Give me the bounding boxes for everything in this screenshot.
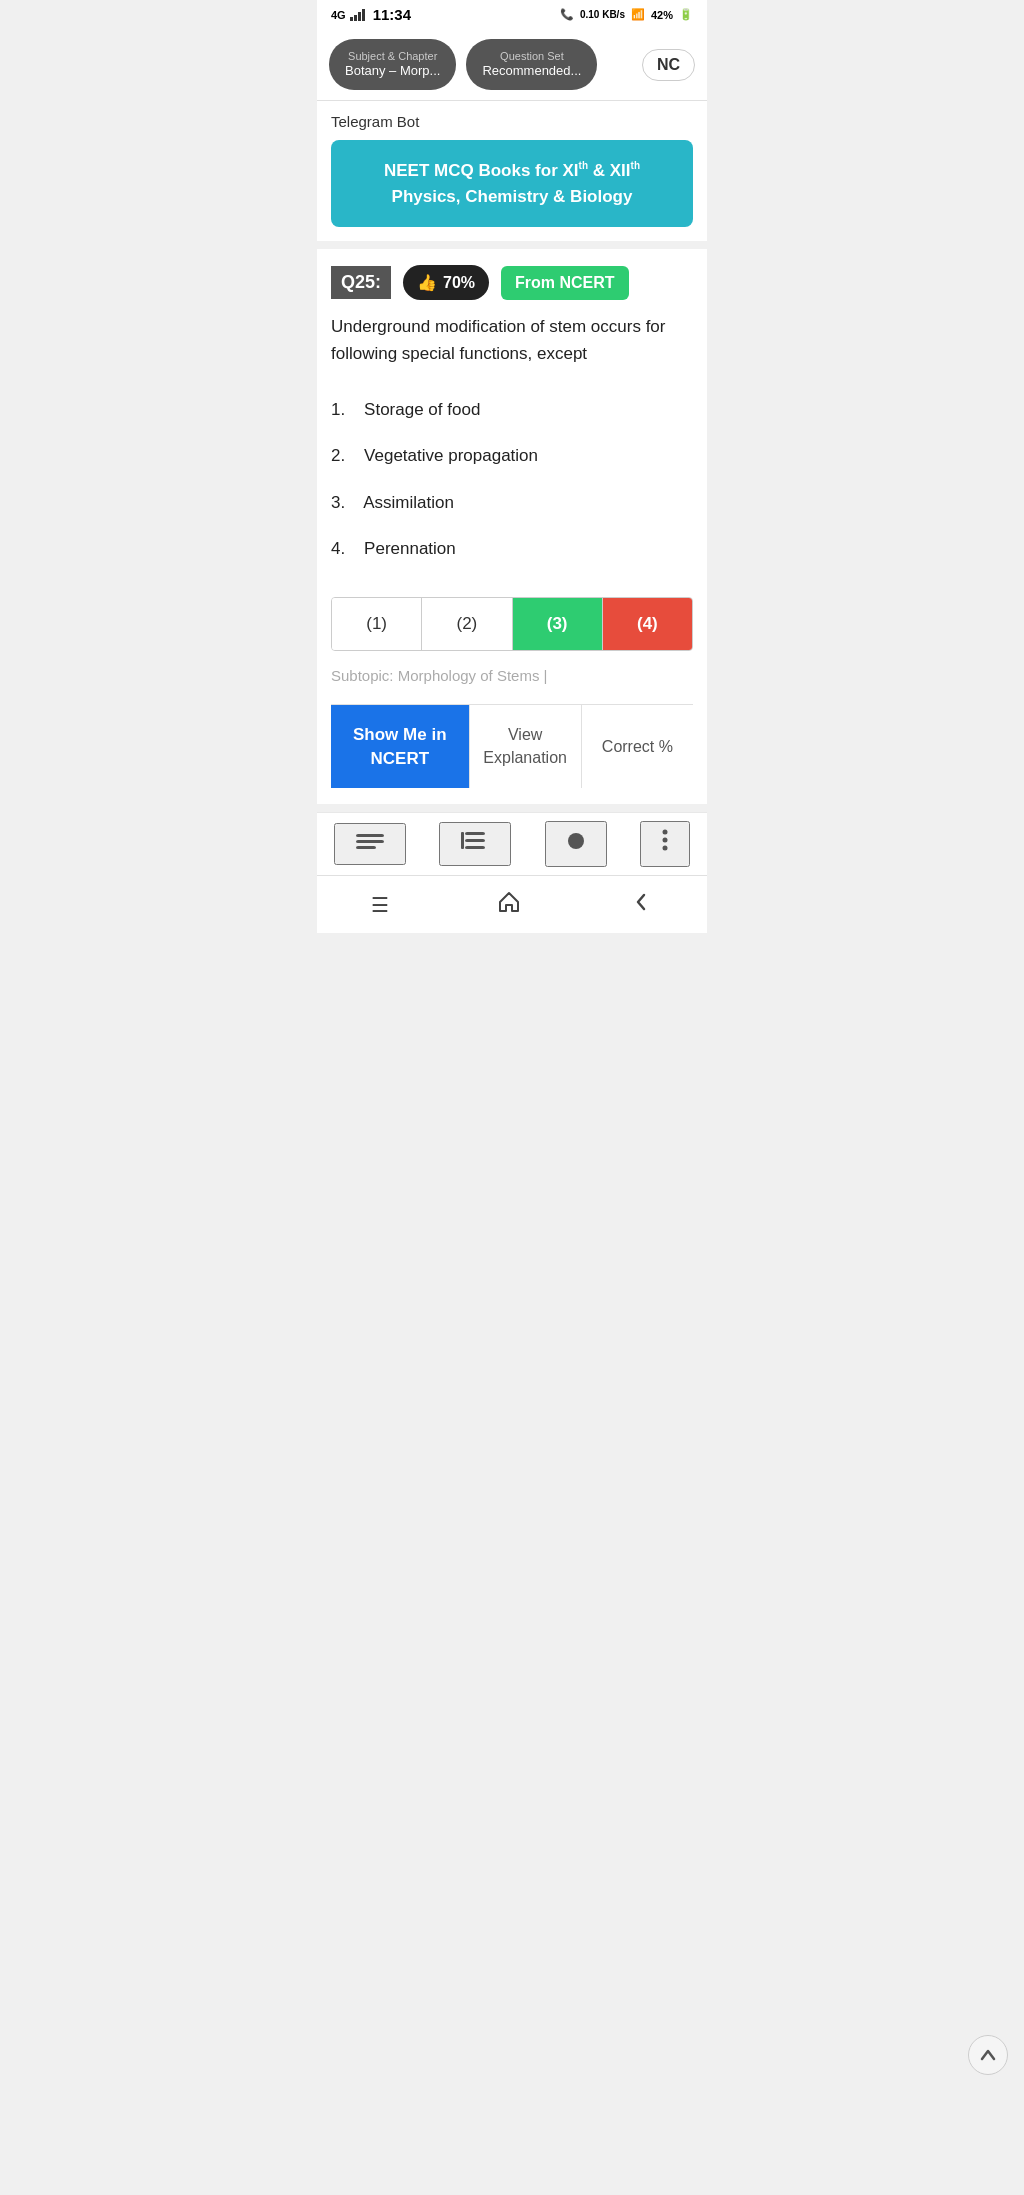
option-3-text: Assimilation xyxy=(363,493,454,512)
status-left: 4G 11:34 xyxy=(331,6,411,23)
question-set-label: Question Set xyxy=(482,49,581,63)
option-1-text: Storage of food xyxy=(364,400,480,419)
svg-point-7 xyxy=(568,833,584,849)
svg-rect-6 xyxy=(461,832,464,849)
option-4-num: 4. xyxy=(331,539,345,558)
subject-value: Botany – Morp... xyxy=(345,63,440,80)
telegram-banner-line2: Physics, Chemistry & Biology xyxy=(351,184,673,210)
signal-bars xyxy=(350,9,365,21)
time: 11:34 xyxy=(373,6,411,23)
nav-icons-row xyxy=(317,812,707,875)
svg-rect-3 xyxy=(465,832,485,835)
bottom-action-bar: Show Me in NCERT View Explanation Correc… xyxy=(331,704,693,789)
wifi-icon: 📶 xyxy=(631,8,645,21)
telegram-banner[interactable]: NEET MCQ Books for XIth & XIIth Physics,… xyxy=(331,140,693,227)
option-3-num: 3. xyxy=(331,493,345,512)
network-type: 4G xyxy=(331,9,346,21)
battery-pct: 42% xyxy=(651,9,673,21)
answer-cell-1[interactable]: (1) xyxy=(332,598,422,650)
option-3[interactable]: 3. Assimilation xyxy=(331,480,693,527)
battery-icon: 🔋 xyxy=(679,8,693,21)
back-button[interactable] xyxy=(605,886,677,923)
status-bar: 4G 11:34 📞 0.10 KB/s 📶 42% 🔋 xyxy=(317,0,707,29)
option-1[interactable]: 1. Storage of food xyxy=(331,387,693,434)
home-button[interactable] xyxy=(473,886,545,923)
telegram-label: Telegram Bot xyxy=(331,113,693,130)
svg-rect-1 xyxy=(356,840,384,843)
question-card: Q25: 👍 70% From NCERT Underground modifi… xyxy=(317,249,707,804)
call-icon: 📞 xyxy=(560,8,574,21)
correct-pct-button[interactable]: Correct % xyxy=(582,705,693,789)
question-number: Q25: xyxy=(331,266,391,299)
svg-point-10 xyxy=(663,846,668,851)
answer-cell-3[interactable]: (3) xyxy=(513,598,603,650)
option-2-text: Vegetative propagation xyxy=(364,446,538,465)
svg-point-9 xyxy=(663,838,668,843)
svg-rect-2 xyxy=(356,846,376,849)
menu-button[interactable]: ☰ xyxy=(347,889,413,921)
question-set-value: Recommended... xyxy=(482,63,581,80)
nc-badge: NC xyxy=(642,49,695,81)
svg-rect-0 xyxy=(356,834,384,837)
svg-rect-5 xyxy=(465,846,485,849)
like-icon: 👍 xyxy=(417,273,437,292)
question-set-pill[interactable]: Question Set Recommended... xyxy=(466,39,597,90)
option-4[interactable]: 4. Perennation xyxy=(331,526,693,573)
next-icon[interactable] xyxy=(439,822,511,866)
more-icon[interactable] xyxy=(640,821,690,867)
system-nav: ☰ xyxy=(317,875,707,933)
subject-label: Subject & Chapter xyxy=(345,49,440,63)
telegram-banner-line1: NEET MCQ Books for XIth & XIIth xyxy=(351,158,673,184)
like-badge: 👍 70% xyxy=(403,265,489,300)
answer-cell-2[interactable]: (2) xyxy=(422,598,512,650)
svg-rect-4 xyxy=(465,839,485,842)
prev-icon[interactable] xyxy=(334,823,406,865)
view-explanation-button[interactable]: View Explanation xyxy=(469,705,582,789)
telegram-section: Telegram Bot NEET MCQ Books for XIth & X… xyxy=(317,101,707,241)
options-list: 1. Storage of food 2. Vegetative propaga… xyxy=(331,387,693,573)
svg-point-8 xyxy=(663,830,668,835)
subtopic-row: Subtopic: Morphology of Stems | xyxy=(331,667,693,694)
data-speed: 0.10 KB/s xyxy=(580,9,625,20)
option-2-num: 2. xyxy=(331,446,345,465)
like-pct: 70% xyxy=(443,274,475,292)
bookmark-icon[interactable] xyxy=(545,821,607,867)
option-2[interactable]: 2. Vegetative propagation xyxy=(331,433,693,480)
filter-bar: Subject & Chapter Botany – Morp... Quest… xyxy=(317,29,707,101)
answer-cell-4[interactable]: (4) xyxy=(603,598,692,650)
subject-filter-pill[interactable]: Subject & Chapter Botany – Morp... xyxy=(329,39,456,90)
subtopic-value: Morphology of Stems | xyxy=(398,667,548,684)
answer-row: (1) (2) (3) (4) xyxy=(331,597,693,651)
option-4-text: Perennation xyxy=(364,539,456,558)
option-1-num: 1. xyxy=(331,400,345,419)
subtopic-label: Subtopic: xyxy=(331,667,398,684)
show-ncert-button[interactable]: Show Me in NCERT xyxy=(331,705,469,789)
question-text: Underground modification of stem occurs … xyxy=(331,314,693,367)
question-header: Q25: 👍 70% From NCERT xyxy=(331,265,693,300)
status-right: 📞 0.10 KB/s 📶 42% 🔋 xyxy=(560,8,693,21)
ncert-badge: From NCERT xyxy=(501,266,629,300)
